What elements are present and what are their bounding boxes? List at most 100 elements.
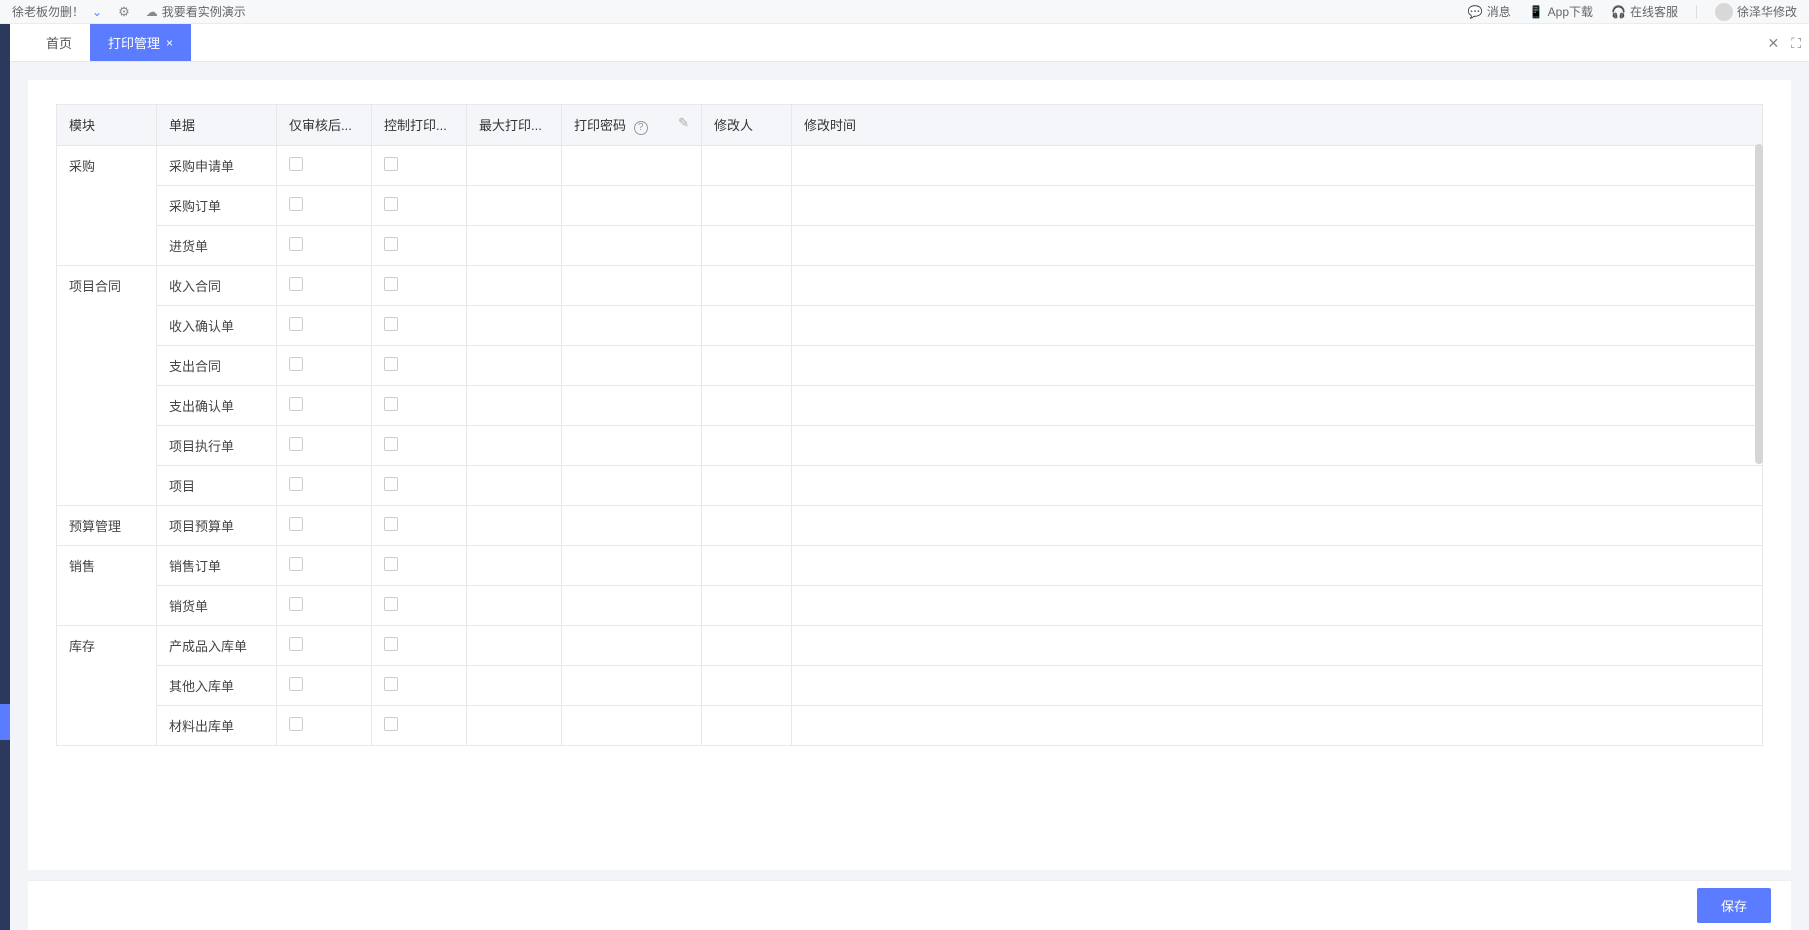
max-print-cell: [467, 345, 562, 385]
checkbox[interactable]: [289, 277, 303, 291]
checkbox[interactable]: [384, 197, 398, 211]
header-right: 💬 消息 📱 App下载 🎧 在线客服 徐泽华修改: [1468, 3, 1797, 21]
control-checkbox-cell: [372, 265, 467, 305]
control-checkbox-cell: [372, 705, 467, 745]
password-cell: [562, 145, 702, 185]
modifier-cell: [702, 145, 792, 185]
edit-icon[interactable]: ✎: [678, 115, 689, 131]
modifier-cell: [702, 225, 792, 265]
checkbox[interactable]: [289, 317, 303, 331]
th-only-after-audit: 仅审核后...: [277, 105, 372, 146]
main-area: 模块 单据 仅审核后... 控制打印... 最大打印... 打印密码 ? ✎ 修…: [10, 62, 1809, 930]
th-modifier: 修改人: [702, 105, 792, 146]
table-body: 采购采购申请单采购订单进货单项目合同收入合同收入确认单支出合同支出确认单项目执行…: [57, 145, 1763, 745]
checkbox[interactable]: [289, 477, 303, 491]
tabs-right-controls: ✕ ⛶: [1767, 24, 1801, 62]
header-left: 徐老板勿删！ ⌄ ⚙ ☁ 我要看实例演示: [12, 3, 246, 20]
checkbox[interactable]: [384, 357, 398, 371]
time-cell: [792, 345, 1763, 385]
checkbox[interactable]: [384, 637, 398, 651]
modifier-cell: [702, 545, 792, 585]
checkbox[interactable]: [289, 157, 303, 171]
checkbox[interactable]: [384, 677, 398, 691]
checkbox[interactable]: [289, 597, 303, 611]
checkbox[interactable]: [289, 717, 303, 731]
modifier-cell: [702, 625, 792, 665]
time-cell: [792, 625, 1763, 665]
table-row: 项目合同收入合同: [57, 265, 1763, 305]
gear-icon[interactable]: ⚙: [118, 4, 130, 20]
help-icon[interactable]: ?: [634, 121, 648, 135]
demo-link[interactable]: ☁ 我要看实例演示: [146, 3, 246, 20]
time-cell: [792, 265, 1763, 305]
time-cell: [792, 185, 1763, 225]
bill-cell: 支出确认单: [157, 385, 277, 425]
support-link[interactable]: 🎧 在线客服: [1611, 3, 1678, 20]
checkbox[interactable]: [384, 317, 398, 331]
control-checkbox-cell: [372, 145, 467, 185]
bill-cell: 销货单: [157, 585, 277, 625]
save-button[interactable]: 保存: [1697, 888, 1771, 923]
checkbox[interactable]: [289, 197, 303, 211]
time-cell: [792, 225, 1763, 265]
close-all-icon[interactable]: ✕: [1767, 35, 1779, 52]
max-print-cell: [467, 225, 562, 265]
audit-checkbox-cell: [277, 465, 372, 505]
checkbox[interactable]: [384, 597, 398, 611]
password-cell: [562, 185, 702, 225]
close-icon[interactable]: ×: [166, 36, 173, 50]
modifier-cell: [702, 585, 792, 625]
org-selector[interactable]: 徐老板勿删！ ⌄: [12, 3, 102, 20]
modifier-cell: [702, 425, 792, 465]
checkbox[interactable]: [289, 677, 303, 691]
sidebar-sliver: [0, 24, 10, 930]
module-cell: 预算管理: [57, 505, 157, 545]
cloud-icon: ☁: [146, 5, 158, 19]
messages-link[interactable]: 💬 消息: [1468, 3, 1511, 20]
user-menu[interactable]: 徐泽华修改: [1715, 3, 1797, 21]
th-control-print: 控制打印...: [372, 105, 467, 146]
checkbox[interactable]: [384, 517, 398, 531]
time-cell: [792, 425, 1763, 465]
checkbox[interactable]: [289, 517, 303, 531]
modifier-cell: [702, 505, 792, 545]
bill-cell: 材料出库单: [157, 705, 277, 745]
print-settings-table: 模块 单据 仅审核后... 控制打印... 最大打印... 打印密码 ? ✎ 修…: [56, 104, 1763, 746]
control-checkbox-cell: [372, 505, 467, 545]
sidebar-active-indicator: [0, 704, 10, 740]
checkbox[interactable]: [289, 357, 303, 371]
table-row: 项目: [57, 465, 1763, 505]
checkbox[interactable]: [289, 557, 303, 571]
audit-checkbox-cell: [277, 385, 372, 425]
tab-home[interactable]: 首页: [28, 24, 90, 61]
vertical-scrollbar[interactable]: [1755, 144, 1763, 464]
control-checkbox-cell: [372, 665, 467, 705]
max-print-cell: [467, 505, 562, 545]
audit-checkbox-cell: [277, 545, 372, 585]
checkbox[interactable]: [384, 277, 398, 291]
audit-checkbox-cell: [277, 225, 372, 265]
app-download-link[interactable]: 📱 App下载: [1529, 3, 1593, 20]
checkbox[interactable]: [384, 437, 398, 451]
checkbox[interactable]: [384, 717, 398, 731]
checkbox[interactable]: [289, 237, 303, 251]
time-cell: [792, 305, 1763, 345]
checkbox[interactable]: [384, 157, 398, 171]
table-row: 销售销售订单: [57, 545, 1763, 585]
checkbox[interactable]: [289, 437, 303, 451]
checkbox[interactable]: [384, 557, 398, 571]
tab-print-management[interactable]: 打印管理 ×: [90, 24, 191, 61]
table-row: 支出确认单: [57, 385, 1763, 425]
audit-checkbox-cell: [277, 425, 372, 465]
checkbox[interactable]: [384, 477, 398, 491]
headset-icon: 🎧: [1611, 5, 1626, 19]
audit-checkbox-cell: [277, 145, 372, 185]
checkbox[interactable]: [384, 237, 398, 251]
checkbox[interactable]: [289, 397, 303, 411]
checkbox[interactable]: [289, 637, 303, 651]
fullscreen-icon[interactable]: ⛶: [1791, 35, 1801, 52]
chevron-down-icon: ⌄: [92, 5, 102, 19]
bill-cell: 收入确认单: [157, 305, 277, 345]
checkbox[interactable]: [384, 397, 398, 411]
th-print-password: 打印密码 ? ✎: [562, 105, 702, 146]
